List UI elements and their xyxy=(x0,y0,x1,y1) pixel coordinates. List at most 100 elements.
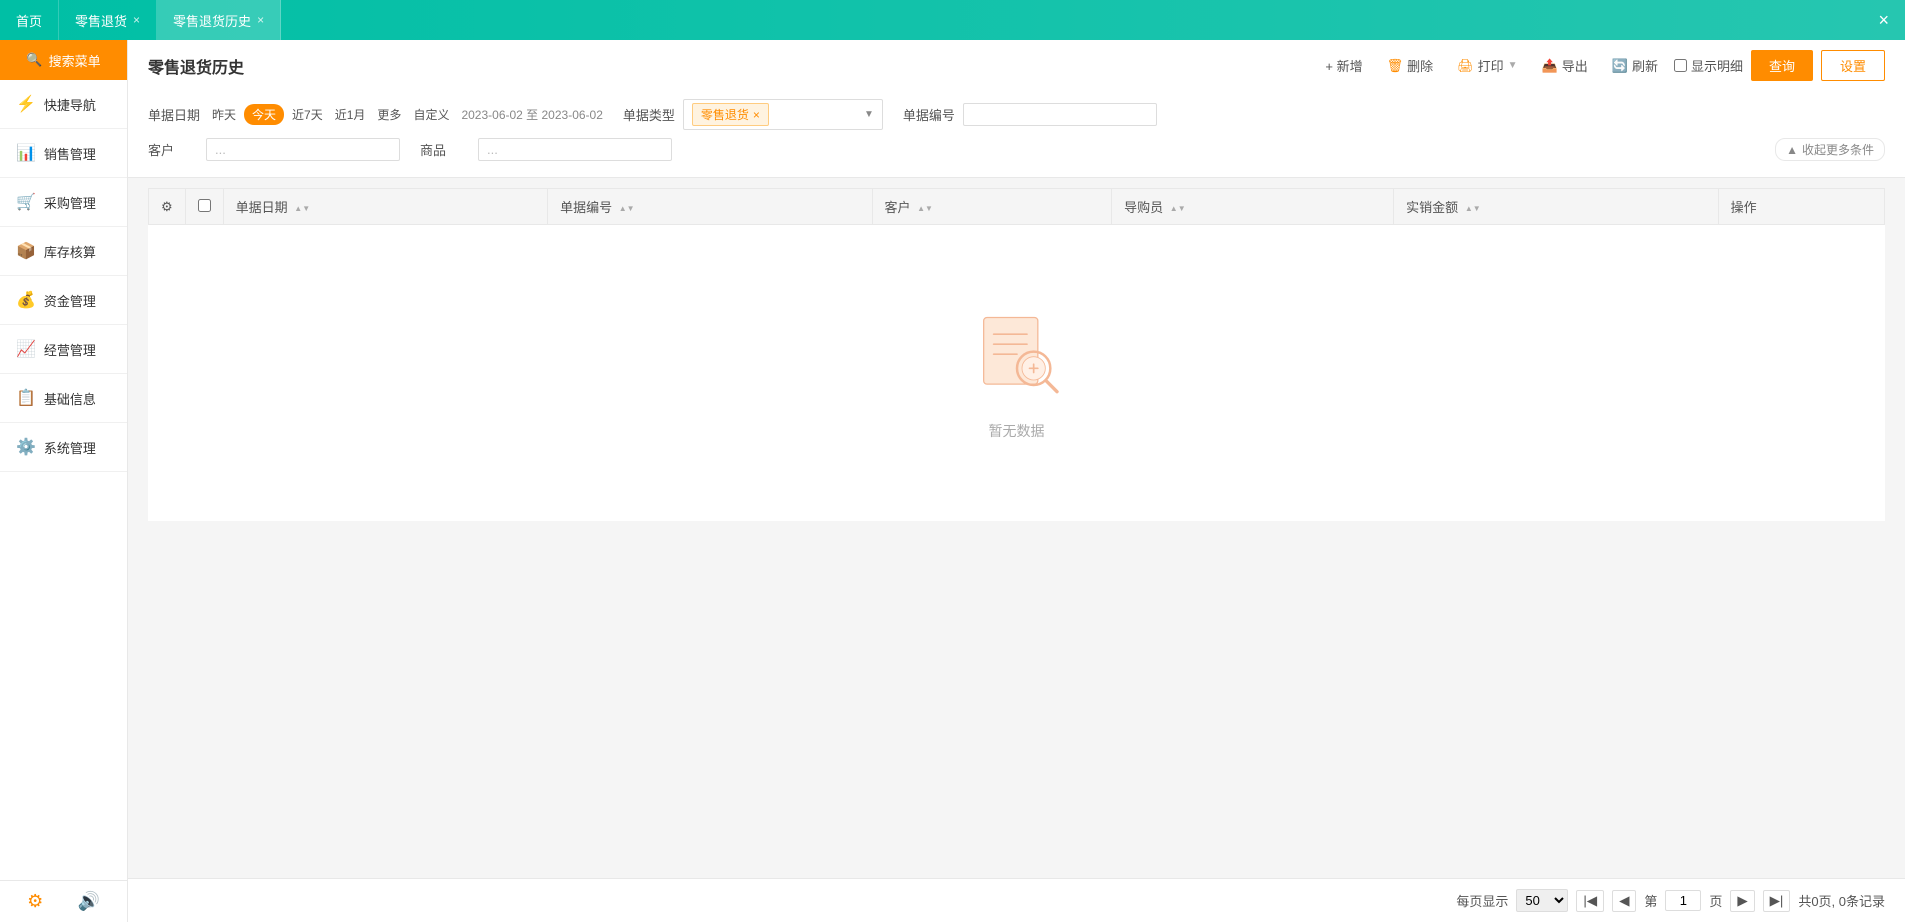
th-gear[interactable]: ⚙ xyxy=(149,189,186,225)
th-amount-label: 实销金额 xyxy=(1406,200,1458,215)
new-button[interactable]: + 新增 xyxy=(1317,52,1370,79)
empty-state: 暂无数据 xyxy=(149,225,1885,521)
sidebar-item-operations[interactable]: 📈 经营管理 xyxy=(0,325,127,374)
delete-button[interactable]: 🗑 删除 xyxy=(1379,52,1442,79)
type-filter-field: 单据类型 零售退货 × ▼ xyxy=(623,99,883,130)
sidebar-item-sales-mgmt[interactable]: 📊 销售管理 xyxy=(0,129,127,178)
type-tag-label: 零售退货 xyxy=(701,106,749,123)
tab-retail-return-history[interactable]: 零售退货历史 × xyxy=(157,0,281,40)
settings-btn-label: 设置 xyxy=(1840,59,1866,74)
settings-button[interactable]: 设置 xyxy=(1821,50,1885,81)
th-customer[interactable]: 客户 ▲▼ xyxy=(872,189,1112,225)
page-next-button[interactable]: ▶ xyxy=(1730,890,1754,912)
sidebar-item-purchase-mgmt[interactable]: 🛒 采购管理 xyxy=(0,178,127,227)
th-checkbox[interactable] xyxy=(185,189,223,225)
page-first-button[interactable]: |◀ xyxy=(1576,890,1604,912)
type-tag-close[interactable]: × xyxy=(753,108,760,122)
window-close-button[interactable]: × xyxy=(1862,0,1905,40)
table-section: ⚙ 单据日期 ▲▼ 单据编号 ▲▼ 客户 xyxy=(128,178,1905,878)
show-detail-label[interactable]: 显示明细 xyxy=(1674,56,1743,75)
print-button[interactable]: 🖨 打印 ▼ xyxy=(1449,52,1525,79)
date-more[interactable]: 更多 xyxy=(373,104,405,125)
sidebar-item-finance[interactable]: 💰 资金管理 xyxy=(0,276,127,325)
pagination-bar: 每页显示 50 10 20 100 |◀ ◀ 第 页 ▶ ▶| 共0页, 0条记… xyxy=(128,878,1905,922)
th-guide-label: 导购员 xyxy=(1124,200,1163,215)
th-order-no-label: 单据编号 xyxy=(560,200,612,215)
date-1month[interactable]: 近1月 xyxy=(331,104,370,125)
settings-footer-icon[interactable]: ⚙ xyxy=(27,891,43,912)
customer-input[interactable] xyxy=(206,138,400,161)
th-guide[interactable]: 导购员 ▲▼ xyxy=(1112,189,1394,225)
main-layout: 🔍 搜索菜单 ⚡ 快捷导航 📊 销售管理 🛒 采购管理 📦 库存核算 💰 xyxy=(0,40,1905,922)
date-yesterday[interactable]: 昨天 xyxy=(208,104,240,125)
th-order-no[interactable]: 单据编号 ▲▼ xyxy=(548,189,872,225)
goods-label: 商品 xyxy=(420,140,470,159)
system-icon: ⚙️ xyxy=(16,437,36,457)
sidebar-item-basic-info-label: 基础信息 xyxy=(44,389,96,408)
type-selector[interactable]: 零售退货 × ▼ xyxy=(683,99,883,130)
th-operation: 操作 xyxy=(1718,189,1884,225)
purchase-icon: 🛒 xyxy=(16,192,36,212)
inventory-icon: 📦 xyxy=(16,241,36,261)
finance-icon: 💰 xyxy=(16,290,36,310)
collapse-icon: ▲ xyxy=(1786,143,1798,157)
page-last-button[interactable]: ▶| xyxy=(1763,890,1791,912)
tab-retail-return[interactable]: 零售退货 × xyxy=(59,0,157,40)
audio-footer-icon[interactable]: 🔊 xyxy=(77,891,99,912)
date-custom[interactable]: 自定义 xyxy=(409,104,453,125)
basic-info-icon: 📋 xyxy=(16,388,36,408)
sidebar-search[interactable]: 🔍 搜索菜单 xyxy=(0,40,127,80)
sidebar-item-inventory[interactable]: 📦 库存核算 xyxy=(0,227,127,276)
order-no-input[interactable] xyxy=(963,103,1157,126)
export-button[interactable]: 📤 导出 xyxy=(1534,52,1596,79)
sidebar-nav: ⚡ 快捷导航 📊 销售管理 🛒 采购管理 📦 库存核算 💰 资金管理 📈 xyxy=(0,80,127,880)
table-body: 暂无数据 xyxy=(149,225,1885,522)
filter-section: 单据日期 昨天 今天 近7天 近1月 更多 自定义 2023-06-02 至 2… xyxy=(148,91,1885,177)
goods-input[interactable] xyxy=(478,138,672,161)
page-number-input[interactable] xyxy=(1665,890,1701,911)
collapse-button[interactable]: ▲ 收起更多条件 xyxy=(1775,138,1885,161)
tab-retail-return-history-close[interactable]: × xyxy=(257,13,264,27)
query-btn-label: 查询 xyxy=(1769,59,1795,74)
sidebar-item-sales-label: 销售管理 xyxy=(44,144,96,163)
tab-home[interactable]: 首页 xyxy=(0,0,59,40)
query-button[interactable]: 查询 xyxy=(1751,50,1813,81)
page-prev-button[interactable]: ◀ xyxy=(1612,890,1636,912)
date-filter-label: 单据日期 xyxy=(148,105,200,124)
th-date[interactable]: 单据日期 ▲▼ xyxy=(223,189,547,225)
refresh-button[interactable]: 🔄 刷新 xyxy=(1604,52,1666,79)
type-selector-chevron: ▼ xyxy=(864,109,874,120)
sidebar-item-system-mgmt[interactable]: ⚙️ 系统管理 xyxy=(0,423,127,472)
delete-label: 删除 xyxy=(1407,56,1433,75)
sidebar-item-system-label: 系统管理 xyxy=(44,438,96,457)
total-label: 共0页, 0条记录 xyxy=(1798,891,1885,910)
empty-illustration xyxy=(967,305,1067,405)
sidebar-item-operations-label: 经营管理 xyxy=(44,340,96,359)
show-detail-checkbox[interactable] xyxy=(1674,59,1687,72)
per-page-select[interactable]: 50 10 20 100 xyxy=(1516,889,1568,912)
type-tag-retail-return[interactable]: 零售退货 × xyxy=(692,103,769,126)
sidebar-item-quick-nav[interactable]: ⚡ 快捷导航 xyxy=(0,80,127,129)
date-shortcuts: 昨天 今天 近7天 近1月 更多 自定义 xyxy=(208,104,453,125)
th-customer-label: 客户 xyxy=(885,200,911,215)
sidebar-item-purchase-label: 采购管理 xyxy=(44,193,96,212)
page-label: 第 xyxy=(1644,891,1657,910)
filter-row-2: 客户 商品 ▲ 收起更多条件 xyxy=(148,138,1885,161)
date-filter-field: 单据日期 昨天 今天 近7天 近1月 更多 自定义 2023-06-02 至 2… xyxy=(148,104,603,125)
page-header: 零售退货历史 + 新增 🗑 删除 🖨 打印 ▼ 📤 xyxy=(128,40,1905,178)
customer-filter-field: 客户 xyxy=(148,138,400,161)
date-7days[interactable]: 近7天 xyxy=(288,104,327,125)
th-amount[interactable]: 实销金额 ▲▼ xyxy=(1394,189,1718,225)
select-all-checkbox[interactable] xyxy=(198,199,211,212)
order-no-filter-field: 单据编号 xyxy=(903,103,1157,126)
tab-retail-return-close[interactable]: × xyxy=(133,13,140,27)
per-page-label: 每页显示 xyxy=(1456,891,1508,910)
page-title-row: 零售退货历史 + 新增 🗑 删除 🖨 打印 ▼ 📤 xyxy=(148,50,1885,81)
th-order-no-sort: ▲▼ xyxy=(619,204,635,213)
th-date-label: 单据日期 xyxy=(236,200,288,215)
th-guide-sort: ▲▼ xyxy=(1170,204,1186,213)
date-today[interactable]: 今天 xyxy=(244,104,284,125)
sidebar-item-basic-info[interactable]: 📋 基础信息 xyxy=(0,374,127,423)
filter-row-1: 单据日期 昨天 今天 近7天 近1月 更多 自定义 2023-06-02 至 2… xyxy=(148,99,1885,130)
collapse-container: ▲ 收起更多条件 xyxy=(1775,138,1885,161)
